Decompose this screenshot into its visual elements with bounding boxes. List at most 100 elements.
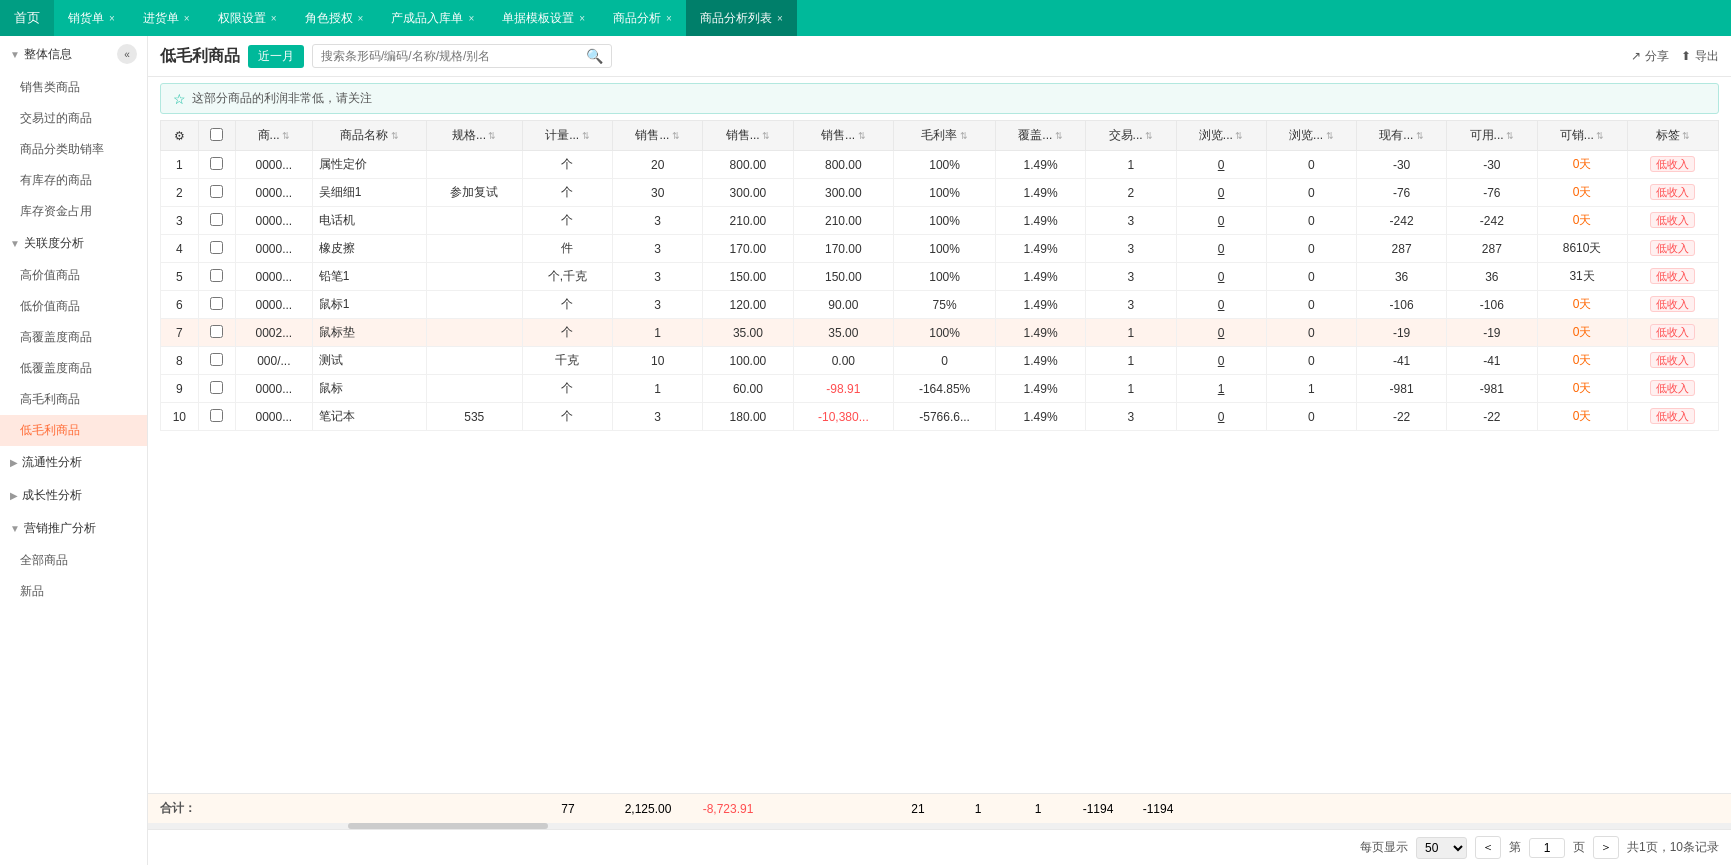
row-checkbox[interactable] [198,375,235,403]
share-button[interactable]: ↗ 分享 [1631,48,1669,65]
close-icon[interactable]: × [777,13,783,24]
nav-item-analysis[interactable]: 商品分析 × [599,0,686,36]
sidebar-item-stock-capital[interactable]: 库存资金占用 [0,196,147,227]
th-current-stock[interactable]: 现有... [1357,121,1447,151]
row-checkbox[interactable] [198,235,235,263]
sidebar-item-high-margin[interactable]: 高毛利商品 [0,384,147,415]
close-icon[interactable]: × [666,13,672,24]
sidebar-section-overall[interactable]: ▼ 整体信息 « [0,36,147,72]
row-name[interactable]: 铅笔1 [312,263,426,291]
nav-item-analysis-list[interactable]: 商品分析列表 × [686,0,797,36]
row-tag[interactable]: 低收入 [1627,151,1718,179]
per-page-select[interactable]: 50 100 200 [1416,837,1467,859]
row-name[interactable]: 吴细细1 [312,179,426,207]
th-spec[interactable]: 规格... [426,121,522,151]
collapse-btn[interactable]: « [117,44,137,64]
sidebar-item-low-value[interactable]: 低价值商品 [0,291,147,322]
row-tag[interactable]: 低收入 [1627,291,1718,319]
th-unit[interactable]: 计量... [522,121,612,151]
close-icon[interactable]: × [468,13,474,24]
row-tag[interactable]: 低收入 [1627,319,1718,347]
th-gross-margin[interactable]: 毛利率 [894,121,996,151]
row-browse-count[interactable]: 0 [1176,263,1266,291]
close-icon[interactable]: × [109,13,115,24]
th-browse-rate[interactable]: 浏览... [1266,121,1356,151]
search-icon[interactable]: 🔍 [586,48,603,64]
row-tag[interactable]: 低收入 [1627,263,1718,291]
close-icon[interactable]: × [184,13,190,24]
row-checkbox[interactable] [198,347,235,375]
sidebar-item-stock-goods[interactable]: 有库存的商品 [0,165,147,196]
row-name[interactable]: 鼠标 [312,375,426,403]
th-coverage[interactable]: 覆盖... [996,121,1086,151]
row-browse-count[interactable]: 0 [1176,403,1266,431]
row-checkbox[interactable] [198,179,235,207]
close-icon[interactable]: × [271,13,277,24]
row-name[interactable]: 橡皮擦 [312,235,426,263]
row-browse-count[interactable]: 0 [1176,151,1266,179]
nav-item-product-entry[interactable]: 产成品入库单 × [377,0,488,36]
th-browse-count[interactable]: 浏览... [1176,121,1266,151]
row-name[interactable]: 属性定价 [312,151,426,179]
nav-item-template[interactable]: 单据模板设置 × [488,0,599,36]
row-checkbox[interactable] [198,291,235,319]
th-sale-qty[interactable]: 销售... [613,121,703,151]
row-browse-count[interactable]: 0 [1176,291,1266,319]
nav-item-sales[interactable]: 销货单 × [54,0,129,36]
sidebar-item-new-goods[interactable]: 新品 [0,576,147,607]
sidebar-section-relevance[interactable]: ▼ 关联度分析 [0,227,147,260]
sidebar-section-circulation[interactable]: ▶ 流通性分析 [0,446,147,479]
row-name[interactable]: 笔记本 [312,403,426,431]
nav-item-roles[interactable]: 角色授权 × [291,0,378,36]
sidebar-item-traded-goods[interactable]: 交易过的商品 [0,103,147,134]
table-container[interactable]: ⚙ 商... 商品名称 规格... 计量... 销售... 销售... 销售..… [148,120,1731,793]
sidebar-item-category-sales[interactable]: 商品分类助销率 [0,134,147,165]
nav-item-purchase[interactable]: 进货单 × [129,0,204,36]
th-name[interactable]: 商品名称 [312,121,426,151]
sidebar-item-low-coverage[interactable]: 低覆盖度商品 [0,353,147,384]
sidebar-item-all-goods[interactable]: 全部商品 [0,545,147,576]
row-checkbox[interactable] [198,151,235,179]
prev-page-button[interactable]: ＜ [1475,836,1501,859]
row-name[interactable]: 鼠标垫 [312,319,426,347]
select-all-checkbox[interactable] [210,128,223,141]
th-checkbox[interactable] [198,121,235,151]
th-trade-count[interactable]: 交易... [1086,121,1176,151]
row-tag[interactable]: 低收入 [1627,179,1718,207]
row-name[interactable]: 鼠标1 [312,291,426,319]
row-browse-count[interactable]: 1 [1176,375,1266,403]
th-sale-amount[interactable]: 销售... [703,121,793,151]
row-tag[interactable]: 低收入 [1627,403,1718,431]
nav-item-permissions[interactable]: 权限设置 × [204,0,291,36]
row-checkbox[interactable] [198,263,235,291]
row-browse-count[interactable]: 0 [1176,207,1266,235]
search-input[interactable] [321,49,586,63]
sidebar-item-low-margin[interactable]: 低毛利商品 [0,415,147,446]
nav-item-home[interactable]: 首页 [0,0,54,36]
export-button[interactable]: ⬆ 导出 [1681,48,1719,65]
sidebar-section-marketing[interactable]: ▼ 营销推广分析 [0,512,147,545]
th-code[interactable]: 商... [235,121,312,151]
th-salable-days[interactable]: 可销... [1537,121,1627,151]
row-tag[interactable]: 低收入 [1627,235,1718,263]
sidebar-section-growth[interactable]: ▶ 成长性分析 [0,479,147,512]
th-settings[interactable]: ⚙ [161,121,199,151]
row-tag[interactable]: 低收入 [1627,375,1718,403]
row-name[interactable]: 电话机 [312,207,426,235]
row-browse-count[interactable]: 0 [1176,347,1266,375]
sidebar-item-high-coverage[interactable]: 高覆盖度商品 [0,322,147,353]
row-name[interactable]: 测试 [312,347,426,375]
next-page-button[interactable]: ＞ [1593,836,1619,859]
sidebar-item-sales-goods[interactable]: 销售类商品 [0,72,147,103]
close-icon[interactable]: × [358,13,364,24]
th-tag[interactable]: 标签 [1627,121,1718,151]
row-browse-count[interactable]: 0 [1176,179,1266,207]
row-checkbox[interactable] [198,207,235,235]
row-tag[interactable]: 低收入 [1627,207,1718,235]
close-icon[interactable]: × [579,13,585,24]
th-available-stock[interactable]: 可用... [1447,121,1537,151]
row-tag[interactable]: 低收入 [1627,347,1718,375]
th-sale-profit[interactable]: 销售... [793,121,894,151]
date-filter-button[interactable]: 近一月 [248,45,304,68]
row-checkbox[interactable] [198,403,235,431]
